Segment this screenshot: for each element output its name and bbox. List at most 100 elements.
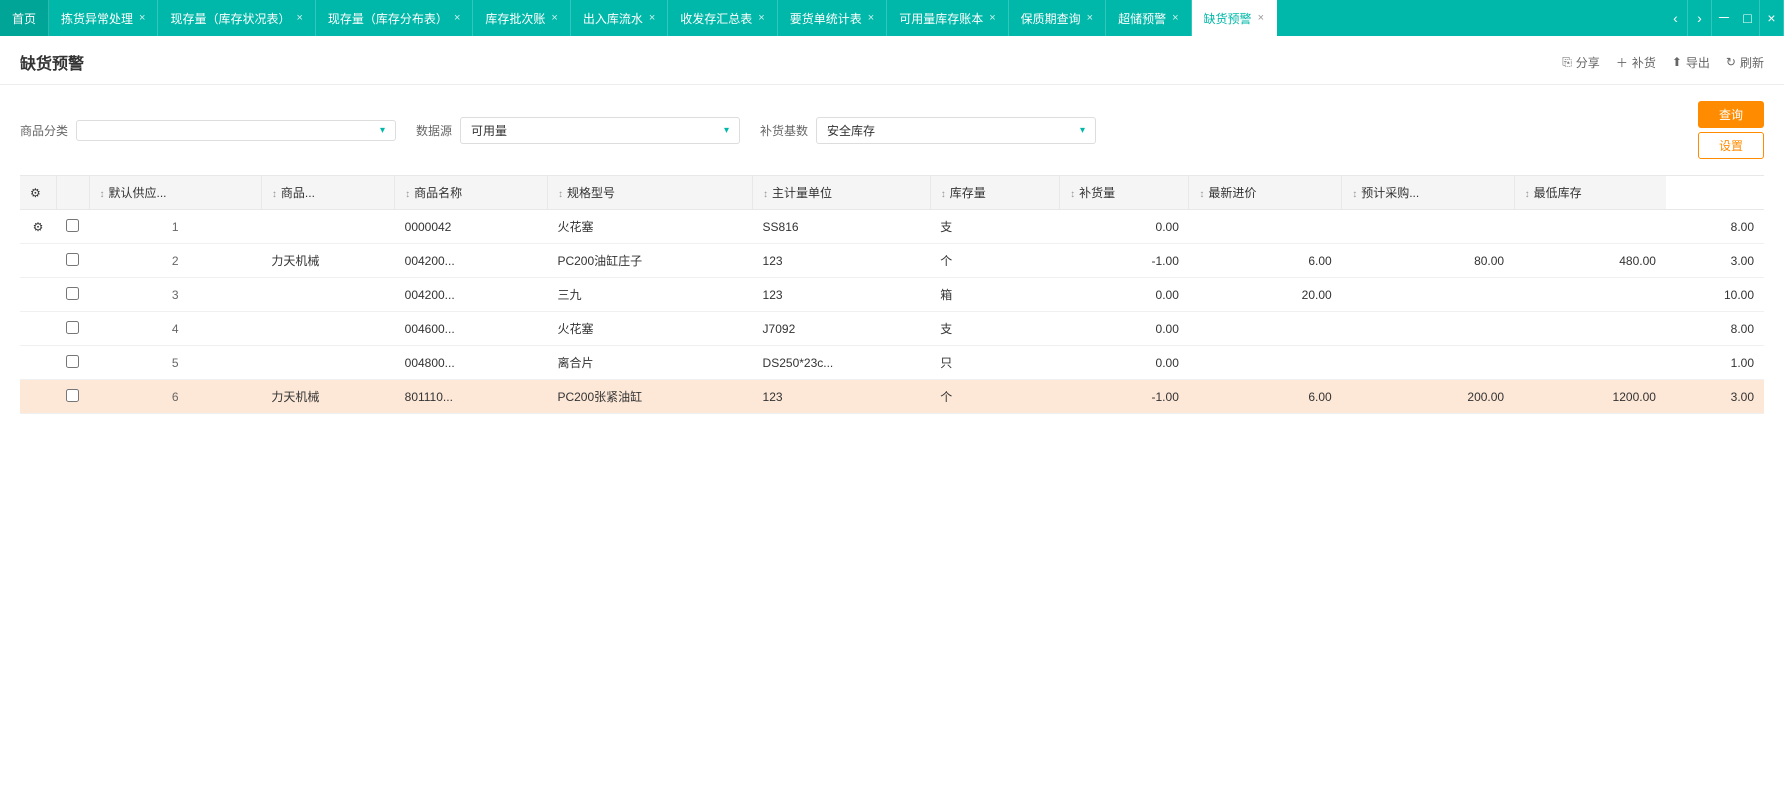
tab-batch-account[interactable]: 库存批次账 × bbox=[473, 0, 570, 36]
tab-nav-next[interactable]: › bbox=[1688, 0, 1712, 36]
tab-close-batch-account[interactable]: × bbox=[551, 13, 557, 24]
tab-nav-prev[interactable]: ‹ bbox=[1664, 0, 1688, 36]
table-row[interactable]: 2力天机械004200...PC200油缸庄子123个-1.006.0080.0… bbox=[20, 244, 1764, 278]
checkbox-input-1[interactable] bbox=[66, 253, 79, 266]
tab-label-stock-dist: 现存量（库存分布表） bbox=[328, 10, 448, 27]
tab-expiry-query[interactable]: 保质期查询 × bbox=[1009, 0, 1106, 36]
col-header-unit[interactable]: ↕ 主计量单位 bbox=[753, 176, 931, 210]
latest-price-cell-3 bbox=[1342, 312, 1514, 346]
row-checkbox-4[interactable] bbox=[56, 346, 89, 380]
unit-cell-4: 只 bbox=[930, 346, 1059, 380]
replenish-base-select[interactable]: 安全库存 ▾ bbox=[816, 117, 1096, 144]
table-row[interactable]: 3004200...三九123箱0.0020.0010.00 bbox=[20, 278, 1764, 312]
settings-cell-0[interactable]: ⚙ bbox=[20, 210, 56, 244]
query-button[interactable]: 查询 bbox=[1698, 101, 1764, 128]
window-restore[interactable]: □ bbox=[1736, 0, 1760, 36]
tab-label-shortage: 缺货预警 bbox=[1204, 10, 1252, 27]
min-stock-cell-1: 3.00 bbox=[1666, 244, 1764, 278]
settings-cell-5 bbox=[20, 380, 56, 414]
name-cell-2: 三九 bbox=[547, 278, 752, 312]
tab-stock-status[interactable]: 现存量（库存状况表）× bbox=[158, 0, 315, 36]
tab-label-expiry-query: 保质期查询 bbox=[1021, 10, 1081, 27]
code-cell-1: 004200... bbox=[395, 244, 548, 278]
tab-abnormal[interactable]: 拣货异常处理× bbox=[49, 0, 158, 36]
table-row[interactable]: 4004600...火花塞J7092支0.008.00 bbox=[20, 312, 1764, 346]
tab-close-stock-dist[interactable]: × bbox=[454, 13, 460, 24]
row-num-2: 3 bbox=[89, 278, 261, 312]
spec-cell-0: SS816 bbox=[753, 210, 931, 244]
col-header-spec[interactable]: ↕规格型号 bbox=[547, 176, 752, 210]
col-header-replenish[interactable]: ↕补货量 bbox=[1060, 176, 1189, 210]
tab-in-out-flow[interactable]: 出入库流水× bbox=[571, 0, 668, 36]
row-checkbox-1[interactable] bbox=[56, 244, 89, 278]
tab-receive-summary[interactable]: 收发存汇总表× bbox=[668, 0, 777, 36]
col-header-min-stock[interactable]: ↕最低库存 bbox=[1514, 176, 1666, 210]
table-row[interactable]: 6力天机械801110...PC200张紧油缸123个-1.006.00200.… bbox=[20, 380, 1764, 414]
category-select[interactable]: ▾ bbox=[76, 120, 396, 141]
checkbox-input-0[interactable] bbox=[66, 219, 79, 232]
tab-demand-stats[interactable]: 要货单统计表× bbox=[778, 0, 887, 36]
row-num-4: 5 bbox=[89, 346, 261, 380]
checkbox-input-3[interactable] bbox=[66, 321, 79, 334]
tab-close-shortage[interactable]: × bbox=[1258, 13, 1264, 24]
sort-icon-product-code: ↕ bbox=[272, 189, 277, 200]
unit-cell-3: 支 bbox=[930, 312, 1059, 346]
min-stock-cell-5: 3.00 bbox=[1666, 380, 1764, 414]
datasource-filter-group: 数据源 可用量 ▾ bbox=[416, 117, 740, 144]
row-checkbox-3[interactable] bbox=[56, 312, 89, 346]
checkbox-input-2[interactable] bbox=[66, 287, 79, 300]
min-stock-cell-4: 1.00 bbox=[1666, 346, 1764, 380]
category-filter-group: 商品分类 ▾ bbox=[20, 120, 396, 141]
col-header-stock[interactable]: ↕库存量 bbox=[930, 176, 1059, 210]
tab-close-receive-summary[interactable]: × bbox=[758, 13, 764, 24]
col-header-product-code[interactable]: ↕商品... bbox=[261, 176, 394, 210]
min-stock-cell-0: 8.00 bbox=[1666, 210, 1764, 244]
col-header-est-purchase[interactable]: ↕预计采购... bbox=[1342, 176, 1514, 210]
tab-stock-dist[interactable]: 现存量（库存分布表） × bbox=[316, 0, 473, 36]
settings-button[interactable]: 设置 bbox=[1698, 132, 1764, 159]
checkbox-input-4[interactable] bbox=[66, 355, 79, 368]
tab-overstock[interactable]: 超储预警× bbox=[1106, 0, 1191, 36]
col-header-supplier[interactable]: ↕默认供应... bbox=[89, 176, 261, 210]
window-close[interactable]: × bbox=[1760, 0, 1784, 36]
row-checkbox-5[interactable] bbox=[56, 380, 89, 414]
row-checkbox-2[interactable] bbox=[56, 278, 89, 312]
col-label-min-stock: 最低库存 bbox=[1534, 186, 1582, 200]
tab-close-stock-status[interactable]: × bbox=[296, 13, 302, 24]
refresh-button[interactable]: ↻ 刷新 bbox=[1726, 54, 1764, 71]
tab-label-available-ledger: 可用量库存账本 bbox=[899, 10, 983, 27]
spec-cell-1: 123 bbox=[753, 244, 931, 278]
tab-home[interactable]: 首页 bbox=[0, 0, 49, 36]
supplier-cell-2 bbox=[261, 278, 394, 312]
page-header: 缺货预警 ⎘ 分享 ＋ 补货 ⬆ 导出 ↻ 刷新 bbox=[0, 36, 1784, 85]
latest-price-cell-2 bbox=[1342, 278, 1514, 312]
tab-close-in-out-flow[interactable]: × bbox=[649, 13, 655, 24]
window-minimize[interactable]: － bbox=[1712, 0, 1736, 36]
tab-available-ledger[interactable]: 可用量库存账本 × bbox=[887, 0, 1008, 36]
tab-close-available-ledger[interactable]: × bbox=[989, 13, 995, 24]
col-label-unit: 主计量单位 bbox=[772, 186, 832, 200]
replenish-button[interactable]: ＋ 补货 bbox=[1616, 54, 1656, 71]
tab-close-abnormal[interactable]: × bbox=[139, 13, 145, 24]
table-row[interactable]: 5004800...离合片DS250*23c...只0.001.00 bbox=[20, 346, 1764, 380]
replenish-cell-0 bbox=[1189, 210, 1342, 244]
header-actions: ⎘ 分享 ＋ 补货 ⬆ 导出 ↻ 刷新 bbox=[1562, 54, 1764, 71]
share-button[interactable]: ⎘ 分享 bbox=[1562, 54, 1600, 71]
col-header-latest-price[interactable]: ↕最新进价 bbox=[1189, 176, 1342, 210]
name-cell-5: PC200张紧油缸 bbox=[547, 380, 752, 414]
table-row[interactable]: ⚙10000042火花塞SS816支0.008.00 bbox=[20, 210, 1764, 244]
export-button[interactable]: ⬆ 导出 bbox=[1672, 54, 1710, 71]
col-header-product-name[interactable]: ↕商品名称 bbox=[395, 176, 548, 210]
tab-shortage[interactable]: 缺货预警 × bbox=[1192, 0, 1277, 36]
checkbox-input-5[interactable] bbox=[66, 389, 79, 402]
tab-close-overstock[interactable]: × bbox=[1172, 13, 1178, 24]
stock-cell-2: 0.00 bbox=[1060, 278, 1189, 312]
supplier-cell-1: 力天机械 bbox=[261, 244, 394, 278]
datasource-select[interactable]: 可用量 ▾ bbox=[460, 117, 740, 144]
tab-close-demand-stats[interactable]: × bbox=[868, 13, 874, 24]
sort-icon-unit: ↕ bbox=[763, 189, 768, 200]
est-purchase-cell-3 bbox=[1514, 312, 1666, 346]
tab-label-batch-account: 库存批次账 bbox=[485, 10, 545, 27]
row-checkbox-0[interactable] bbox=[56, 210, 89, 244]
tab-close-expiry-query[interactable]: × bbox=[1087, 13, 1093, 24]
